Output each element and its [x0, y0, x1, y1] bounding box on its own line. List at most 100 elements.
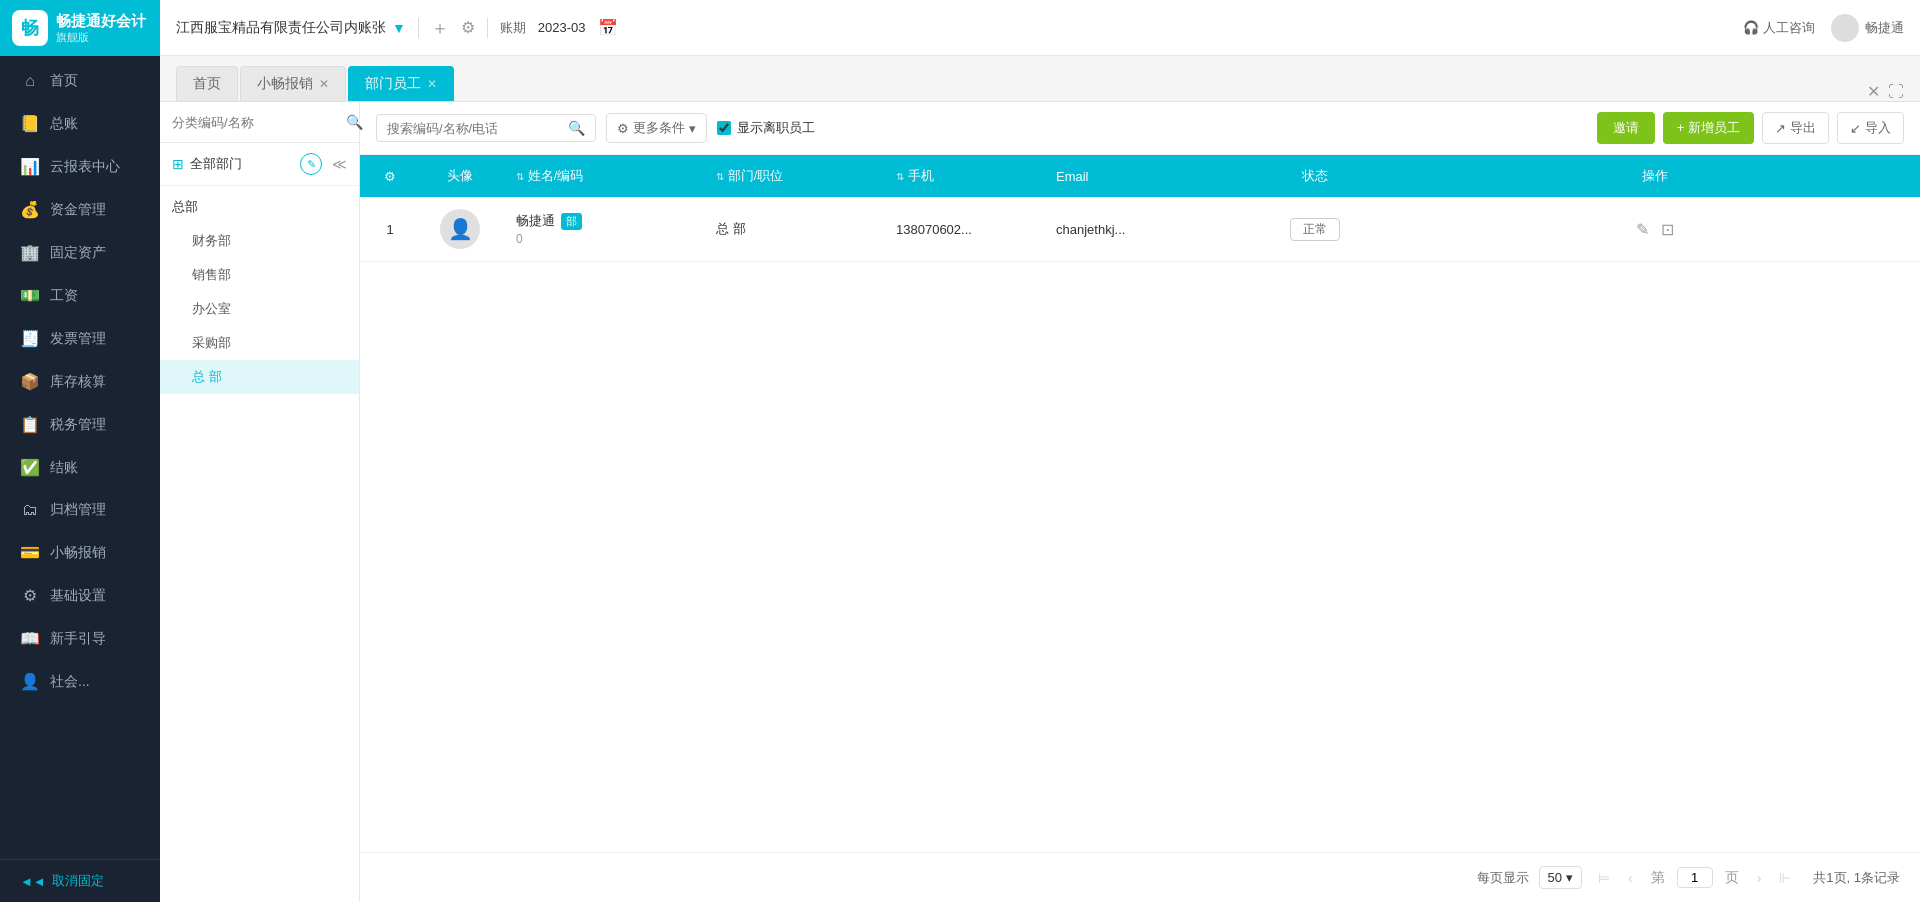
cell-status: 正常: [1240, 197, 1390, 262]
dept-tree: 总部 财务部 销售部 办公室 采购部 总 部: [160, 186, 359, 902]
sidebar-item-reports[interactable]: 📊 云报表中心: [0, 145, 160, 188]
tabbar-controls: ✕ ⛶: [1867, 82, 1904, 101]
expand-tab-icon[interactable]: ⛶: [1888, 83, 1904, 101]
sidebar-item-salary[interactable]: 💵 工资: [0, 274, 160, 317]
filter-icon: ⚙: [617, 121, 629, 136]
page-first-button[interactable]: ⊨: [1592, 868, 1616, 888]
tab-expense-close[interactable]: ✕: [319, 77, 329, 91]
show-resigned-checkbox-label[interactable]: 显示离职员工: [717, 119, 815, 137]
page-prev-button[interactable]: ‹: [1622, 868, 1639, 888]
dept-item-finance[interactable]: 财务部: [160, 224, 359, 258]
service-button[interactable]: 🎧 人工咨询: [1743, 19, 1815, 37]
sidebar-item-tax[interactable]: 📋 税务管理: [0, 403, 160, 446]
sidebar-item-home[interactable]: ⌂ 首页: [0, 60, 160, 102]
sidebar-item-checkout[interactable]: ✅ 结账: [0, 446, 160, 489]
sort-dept-icon: ⇅: [716, 171, 724, 182]
page-size-label: 每页显示: [1477, 869, 1529, 887]
export-button[interactable]: ↗ 导出: [1762, 112, 1829, 144]
add-company-icon[interactable]: ＋: [431, 16, 449, 40]
sort-name-icon: ⇅: [516, 171, 524, 182]
sort-phone-icon: ⇅: [896, 171, 904, 182]
import-button[interactable]: ↙ 导入: [1837, 112, 1904, 144]
employee-table: ⚙ 头像 ⇅ 姓名/编码 ⇅ 部门/职位: [360, 155, 1920, 262]
sidebar-item-account[interactable]: 👤 社会...: [0, 660, 160, 703]
import-icon: ↙: [1850, 121, 1861, 136]
headset-icon: 🎧: [1743, 20, 1759, 35]
sidebar-item-invoice[interactable]: 🧾 发票管理: [0, 317, 160, 360]
emp-name-row: 畅捷通 部: [516, 212, 684, 230]
sidebar-item-assets[interactable]: 🏢 固定资产: [0, 231, 160, 274]
employee-search-box: 🔍: [376, 114, 596, 142]
cell-no: 1: [360, 197, 420, 262]
logo-title: 畅捷通好会计: [56, 12, 146, 30]
dept-collapse-icon[interactable]: ≪: [332, 156, 347, 172]
reports-icon: 📊: [20, 157, 40, 176]
col-header-phone[interactable]: ⇅ 手机: [880, 155, 1040, 197]
col-header-email: Email: [1040, 155, 1240, 197]
period-calendar-icon[interactable]: 📅: [598, 18, 618, 37]
tab-expense[interactable]: 小畅报销 ✕: [240, 66, 346, 101]
close-tab-icon[interactable]: ✕: [1867, 82, 1880, 101]
col-header-action: 操作: [1390, 155, 1920, 197]
sidebar-item-funds[interactable]: 💰 资金管理: [0, 188, 160, 231]
topbar-divider1: [418, 18, 419, 38]
show-resigned-label: 显示离职员工: [737, 119, 815, 137]
assets-icon: 🏢: [20, 243, 40, 262]
funds-icon: 💰: [20, 200, 40, 219]
invite-button[interactable]: 邀请: [1597, 112, 1655, 144]
sidebar-label-guide: 新手引导: [50, 630, 106, 648]
dept-item-general[interactable]: 总 部: [160, 360, 359, 394]
company-selector[interactable]: 江西服宝精品有限责任公司内账张 ▼: [176, 19, 406, 37]
expense-icon: 💳: [20, 543, 40, 562]
sidebar-item-archive[interactable]: 🗂 归档管理: [0, 489, 160, 531]
user-menu[interactable]: 畅捷通: [1831, 14, 1904, 42]
sidebar-label-funds: 资金管理: [50, 201, 106, 219]
page-total-info: 共1页, 1条记录: [1813, 869, 1900, 887]
page-next-button[interactable]: ›: [1751, 868, 1768, 888]
period-value: 2023-03: [538, 20, 586, 35]
dept-item-office[interactable]: 办公室: [160, 292, 359, 326]
dept-grid-icon: ⊞: [172, 156, 184, 172]
add-employee-button[interactable]: + 新增员工: [1663, 112, 1754, 144]
dept-edit-button[interactable]: ✎: [300, 153, 322, 175]
col-header-settings[interactable]: ⚙: [360, 155, 420, 197]
service-label: 人工咨询: [1763, 19, 1815, 37]
edit-employee-button[interactable]: ✎: [1636, 220, 1649, 239]
sidebar-pin-toggle[interactable]: ◄◄ 取消固定: [0, 859, 160, 902]
sidebar-item-ledger[interactable]: 📒 总账: [0, 102, 160, 145]
export-icon: ↗: [1775, 121, 1786, 136]
col-header-status: 状态: [1240, 155, 1390, 197]
sidebar-item-settings[interactable]: ⚙ 基础设置: [0, 574, 160, 617]
dept-all-label: 全部部门: [190, 155, 294, 173]
period-label: 账期: [500, 19, 526, 37]
company-settings-icon[interactable]: ⚙: [461, 18, 475, 37]
employee-search-icon[interactable]: 🔍: [568, 120, 585, 136]
sidebar-item-inventory[interactable]: 📦 库存核算: [0, 360, 160, 403]
tab-home[interactable]: 首页: [176, 66, 238, 101]
emp-name: 畅捷通: [516, 212, 555, 230]
employee-search-input[interactable]: [387, 121, 562, 136]
col-header-name[interactable]: ⇅ 姓名/编码: [500, 155, 700, 197]
dept-item-purchasing[interactable]: 采购部: [160, 326, 359, 360]
right-panel: 🔍 ⚙ 更多条件 ▾ 显示离职员工 邀请 + 新增员工: [360, 102, 1920, 902]
logo-icon: 畅: [12, 10, 48, 46]
logo-sub: 旗舰版: [56, 30, 146, 45]
dept-item-sales[interactable]: 销售部: [160, 258, 359, 292]
sidebar-item-expense[interactable]: 💳 小畅报销: [0, 531, 160, 574]
page-last-button[interactable]: ⊩: [1773, 868, 1797, 888]
page-input[interactable]: [1677, 867, 1713, 888]
filter-button[interactable]: ⚙ 更多条件 ▾: [606, 113, 707, 143]
dept-item-finance-label: 财务部: [192, 232, 231, 250]
tab-employees[interactable]: 部门员工 ✕: [348, 66, 454, 101]
settings-icon: ⚙: [20, 586, 40, 605]
checkout-icon: ✅: [20, 458, 40, 477]
dept-search-input[interactable]: [172, 115, 340, 130]
emp-phone: 138070602...: [896, 222, 972, 237]
sidebar-item-guide[interactable]: 📖 新手引导: [0, 617, 160, 660]
inventory-icon: 📦: [20, 372, 40, 391]
page-size-select[interactable]: 50 ▾: [1539, 866, 1582, 889]
show-resigned-checkbox[interactable]: [717, 121, 731, 135]
col-header-dept[interactable]: ⇅ 部门/职位: [700, 155, 880, 197]
delete-employee-button[interactable]: ⊡: [1661, 220, 1674, 239]
tab-employees-close[interactable]: ✕: [427, 77, 437, 91]
